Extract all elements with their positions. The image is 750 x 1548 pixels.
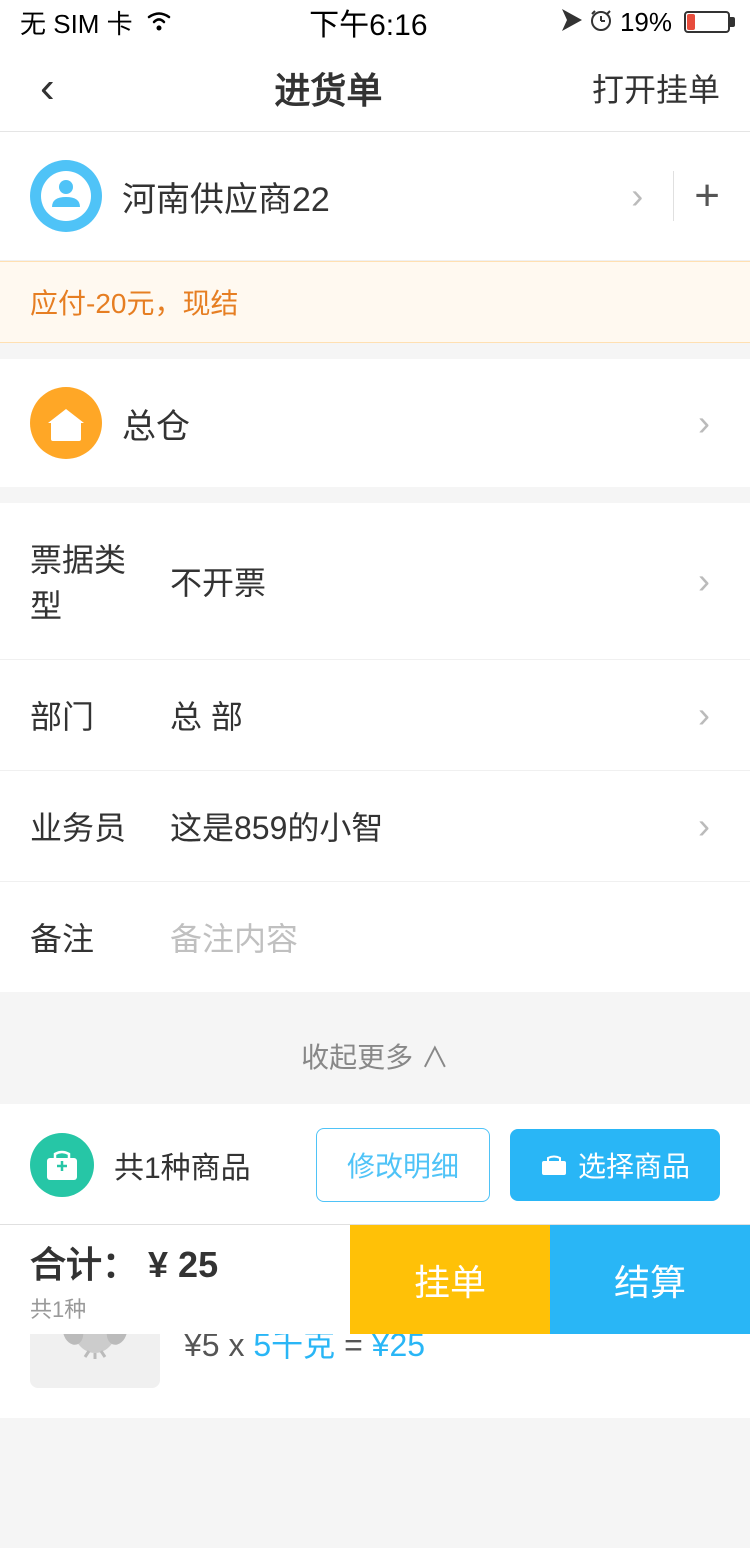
total-value: ¥ 25 [148, 1244, 218, 1285]
warehouse-name: 总仓 [122, 399, 698, 448]
department-label: 部门 [30, 692, 150, 738]
warning-banner: 应付-20元，现结 [0, 261, 750, 343]
department-value: 总 部 [150, 692, 698, 738]
status-right: 19% [562, 7, 730, 38]
supplier-row[interactable]: 河南供应商22 › + [0, 132, 750, 261]
select-product-label: 选择商品 [578, 1145, 690, 1185]
suspend-button[interactable]: 挂单 [350, 1225, 550, 1334]
wifi-icon [143, 7, 175, 38]
supplier-chevron-icon: › [631, 175, 643, 217]
location-icon [562, 7, 582, 38]
product-header: 共1种商品 修改明细 选择商品 [0, 1104, 750, 1226]
page-title: 进货单 [274, 62, 382, 114]
nav-bar: ‹ 进货单 打开挂单 [0, 44, 750, 132]
main-content: 河南供应商22 › + 应付-20元，现结 总仓 › 票据类型 不开票 › [0, 132, 750, 1548]
sales-chevron-icon: › [698, 805, 710, 847]
invoice-row[interactable]: 票据类型 不开票 › [0, 503, 750, 660]
sales-value: 这是859的小智 [150, 803, 698, 849]
supplier-avatar [30, 160, 102, 232]
department-row[interactable]: 部门 总 部 › [0, 660, 750, 771]
add-supplier-button[interactable]: + [694, 171, 720, 221]
supplier-name: 河南供应商22 [122, 172, 631, 221]
avatar-inner [41, 171, 91, 221]
sales-row[interactable]: 业务员 这是859的小智 › [0, 771, 750, 882]
checkout-button[interactable]: 结算 [550, 1225, 750, 1334]
remark-value[interactable]: 备注内容 [150, 914, 720, 960]
battery-percent: 19% [620, 7, 672, 38]
total-label: 合计： [30, 1244, 138, 1285]
warehouse-card[interactable]: 总仓 › [0, 359, 750, 487]
open-pending-button[interactable]: 打开挂单 [592, 65, 720, 111]
invoice-label: 票据类型 [30, 535, 150, 627]
total-amount: 合计： ¥ 25 [30, 1236, 320, 1288]
warehouse-chevron-icon: › [698, 402, 710, 444]
back-button[interactable]: ‹ [30, 53, 65, 123]
edit-detail-button[interactable]: 修改明细 [316, 1128, 490, 1202]
form-card: 票据类型 不开票 › 部门 总 部 › 业务员 这是859的小智 › 备注 备注… [0, 503, 750, 992]
sales-label: 业务员 [30, 803, 150, 849]
warehouse-row[interactable]: 总仓 › [0, 359, 750, 487]
invoice-chevron-icon: › [698, 560, 710, 602]
department-chevron-icon: › [698, 694, 710, 736]
divider [673, 171, 674, 221]
product-count-icon [30, 1133, 94, 1197]
remark-label: 备注 [30, 914, 150, 960]
battery-icon [684, 11, 730, 33]
status-time: 下午6:16 [309, 0, 427, 44]
collapse-button[interactable]: 收起更多 ∧ [0, 1008, 750, 1104]
status-bar: 无 SIM 卡 下午6:16 19% [0, 0, 750, 44]
alarm-icon [590, 7, 612, 38]
invoice-value: 不开票 [150, 558, 698, 604]
supplier-card: 河南供应商22 › + 应付-20元，现结 [0, 132, 750, 343]
person-icon [49, 175, 83, 218]
footer-total: 合计： ¥ 25 共1种 [0, 1225, 350, 1334]
status-left: 无 SIM 卡 [20, 4, 175, 41]
product-count-label: 共1种商品 [114, 1143, 296, 1187]
footer: 合计： ¥ 25 共1种 挂单 结算 [0, 1224, 750, 1334]
total-sub-label: 共1种 [30, 1292, 320, 1324]
remark-row[interactable]: 备注 备注内容 [0, 882, 750, 992]
select-product-button[interactable]: 选择商品 [510, 1129, 720, 1201]
warehouse-icon-wrap [30, 387, 102, 459]
footer-spacer [0, 1418, 750, 1548]
carrier-text: 无 SIM 卡 [20, 4, 133, 41]
